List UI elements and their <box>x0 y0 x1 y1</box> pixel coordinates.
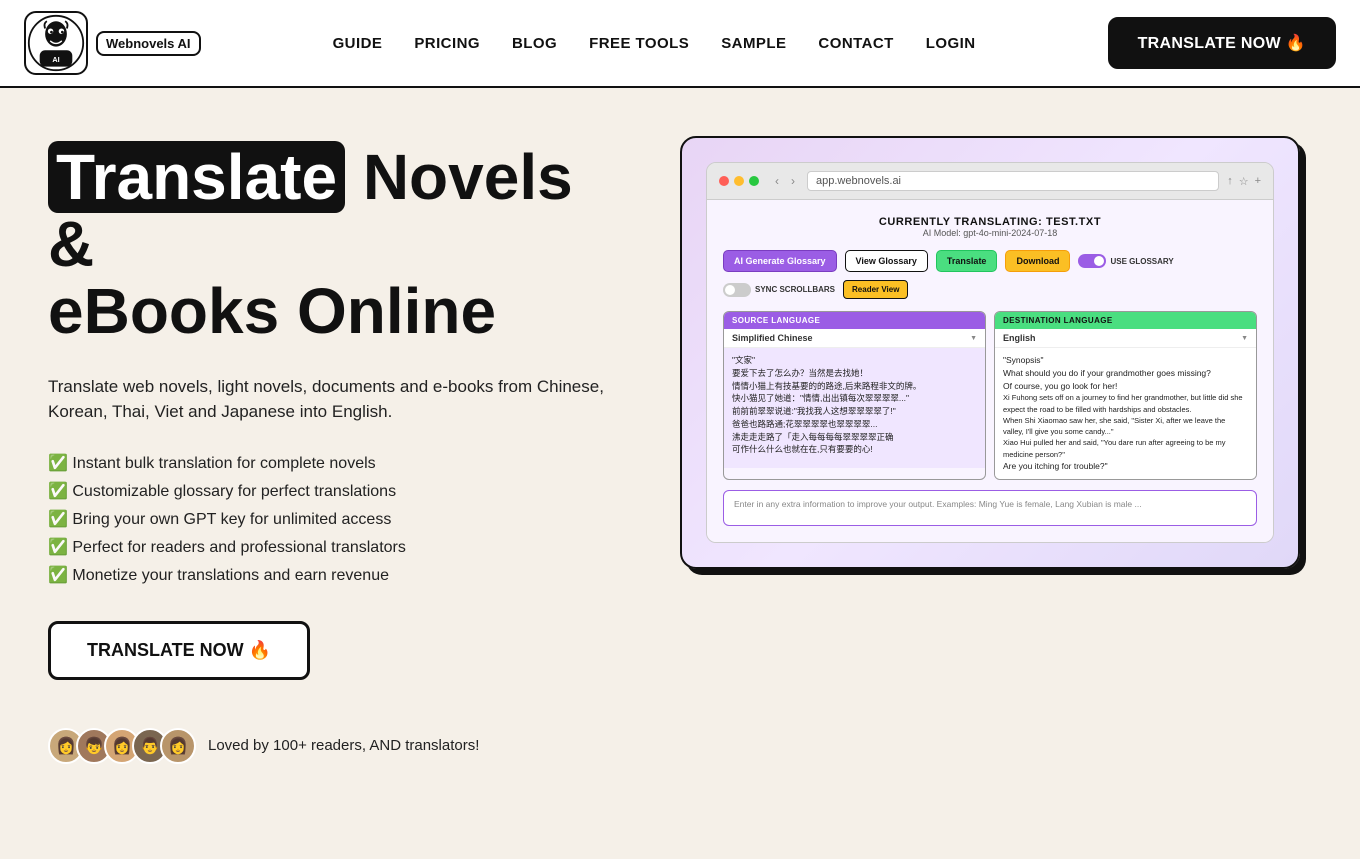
translate-button[interactable]: Translate <box>936 250 998 272</box>
main-content: Translate Novels &eBooks Online Translat… <box>0 88 1360 764</box>
feature-5: ✅ Monetize your translations and earn re… <box>48 565 628 585</box>
close-dot[interactable] <box>719 176 729 186</box>
dest-panel: DESTINATION LANGUAGE English "Synopsis" … <box>994 311 1257 480</box>
dest-line: Of course, you go look for her! <box>1003 380 1248 393</box>
use-glossary-label: USE GLOSSARY <box>1110 257 1173 266</box>
sync-scrollbars-label: SYNC SCROLLBARS <box>755 285 835 294</box>
translation-panels: SOURCE LANGUAGE Simplified Chinese "文家" … <box>723 311 1257 480</box>
download-button[interactable]: Download <box>1005 250 1070 272</box>
nav-free-tools[interactable]: FREE TOOLS <box>589 35 689 52</box>
dest-line: Xiao Hui pulled her and said, "You dare … <box>1003 437 1248 460</box>
dest-line: Are you itching for trouble?" <box>1003 460 1248 473</box>
dest-line: Xi Fuhong sets off on a journey to find … <box>1003 392 1248 415</box>
browser-content: CURRENTLY TRANSLATING: TEST.TXT AI Model… <box>707 200 1273 542</box>
app-header: CURRENTLY TRANSLATING: TEST.TXT AI Model… <box>723 216 1257 238</box>
main-nav: GUIDE PRICING BLOG FREE TOOLS SAMPLE CON… <box>333 35 976 52</box>
source-line: "文家" <box>732 354 977 367</box>
sync-scrollbars-toggle[interactable]: SYNC SCROLLBARS <box>723 283 835 297</box>
nav-sample[interactable]: SAMPLE <box>721 35 786 52</box>
source-line: 情情小猫上有技基要的的路途,后来路程非文的牌。 <box>732 380 977 393</box>
source-panel-header: SOURCE LANGUAGE <box>724 312 985 329</box>
hero-title: Translate Novels &eBooks Online <box>48 144 628 346</box>
hero-right: ‹ › app.webnovels.ai ↑ ☆ + CURRENTLY TRA… <box>668 136 1312 569</box>
dest-line: "Synopsis" <box>1003 354 1248 367</box>
dest-lang-select[interactable]: English <box>995 329 1256 348</box>
nav-guide[interactable]: GUIDE <box>333 35 383 52</box>
forward-arrow-icon[interactable]: › <box>787 172 799 190</box>
minimize-dot[interactable] <box>734 176 744 186</box>
app-screenshot: ‹ › app.webnovels.ai ↑ ☆ + CURRENTLY TRA… <box>680 136 1300 569</box>
source-lang-select[interactable]: Simplified Chinese <box>724 329 985 348</box>
maximize-dot[interactable] <box>749 176 759 186</box>
header: AI Webnovels AI GUIDE PRICING BLOG FREE … <box>0 0 1360 88</box>
dest-line: When Shi Xiaomao saw her, she said, "Sis… <box>1003 415 1248 438</box>
feature-4: ✅ Perfect for readers and professional t… <box>48 537 628 557</box>
source-line: 沸走走走路了「走入每每每每翠翠翠翠正确 <box>732 431 977 444</box>
source-line: 前前前翠翠说道:"我找我人这想翠翠翠翠了!" <box>732 405 977 418</box>
use-glossary-switch[interactable] <box>1078 254 1106 268</box>
dest-panel-content: "Synopsis" What should you do if your gr… <box>995 348 1256 479</box>
header-translate-button[interactable]: TRANSLATE NOW 🔥 <box>1108 17 1336 69</box>
context-input[interactable]: Enter in any extra information to improv… <box>723 490 1257 526</box>
hero-subtitle: Translate web novels, light novels, docu… <box>48 374 628 425</box>
bookmark-icon[interactable]: ☆ <box>1239 175 1249 188</box>
browser-chrome: ‹ › app.webnovels.ai ↑ ☆ + CURRENTLY TRA… <box>706 162 1274 543</box>
back-arrow-icon[interactable]: ‹ <box>771 172 783 190</box>
browser-dots <box>719 176 759 186</box>
hero-cta-button[interactable]: TRANSLATE NOW 🔥 <box>48 621 310 680</box>
url-bar[interactable]: app.webnovels.ai <box>807 171 1219 191</box>
browser-bar: ‹ › app.webnovels.ai ↑ ☆ + <box>707 163 1273 200</box>
source-line: 爸爸也路路通;花翠翠翠翠也翠翠翠翠... <box>732 418 977 431</box>
use-glossary-toggle[interactable]: USE GLOSSARY <box>1078 254 1173 268</box>
feature-2: ✅ Customizable glossary for perfect tran… <box>48 481 628 501</box>
features-list: ✅ Instant bulk translation for complete … <box>48 453 628 585</box>
logo-text: Webnovels AI <box>96 31 201 56</box>
reader-view-button[interactable]: Reader View <box>843 280 908 299</box>
dest-panel-header: DESTINATION LANGUAGE <box>995 312 1256 329</box>
share-icon[interactable]: ↑ <box>1227 175 1233 188</box>
browser-nav: ‹ › <box>771 172 799 190</box>
nav-contact[interactable]: CONTACT <box>818 35 893 52</box>
source-line: 快小猫见了她道："情情,出出镇每次翠翠翠翠..." <box>732 392 977 405</box>
add-tab-icon[interactable]: + <box>1255 175 1261 188</box>
hero-title-highlight: Translate <box>48 141 345 213</box>
hero-left: Translate Novels &eBooks Online Translat… <box>48 136 628 764</box>
source-panel-content: "文家" 要爱下去了怎么办？当然是去找她！ 情情小猫上有技基要的的路途,后来路程… <box>724 348 985 468</box>
nav-pricing[interactable]: PRICING <box>414 35 480 52</box>
generate-glossary-button[interactable]: AI Generate Glossary <box>723 250 837 272</box>
social-text: Loved by 100+ readers, AND translators! <box>208 737 479 754</box>
nav-blog[interactable]: BLOG <box>512 35 557 52</box>
feature-1: ✅ Instant bulk translation for complete … <box>48 453 628 473</box>
app-model-label: AI Model: gpt-4o-mini-2024-07-18 <box>723 228 1257 238</box>
source-line: 可作什么什么也就在在,只有要要的心! <box>732 443 977 456</box>
source-line: 要爱下去了怎么办？当然是去找她！ <box>732 367 977 380</box>
avatar: 👩 <box>160 728 196 764</box>
app-title: CURRENTLY TRANSLATING: TEST.TXT <box>723 216 1257 228</box>
sync-scrollbars-switch[interactable] <box>723 283 751 297</box>
dest-line: What should you do if your grandmother g… <box>1003 367 1248 380</box>
view-glossary-button[interactable]: View Glossary <box>845 250 928 272</box>
browser-actions: ↑ ☆ + <box>1227 175 1261 188</box>
logo[interactable]: AI Webnovels AI <box>24 11 201 75</box>
feature-3: ✅ Bring your own GPT key for unlimited a… <box>48 509 628 529</box>
avatar-group: 👩 👦 👩 👨 👩 <box>48 728 196 764</box>
nav-login[interactable]: LOGIN <box>926 35 976 52</box>
app-toolbar: AI Generate Glossary View Glossary Trans… <box>723 250 1257 299</box>
logo-icon: AI <box>24 11 88 75</box>
social-proof: 👩 👦 👩 👨 👩 Loved by 100+ readers, AND tra… <box>48 728 628 764</box>
svg-text:AI: AI <box>52 55 59 64</box>
source-panel: SOURCE LANGUAGE Simplified Chinese "文家" … <box>723 311 986 480</box>
